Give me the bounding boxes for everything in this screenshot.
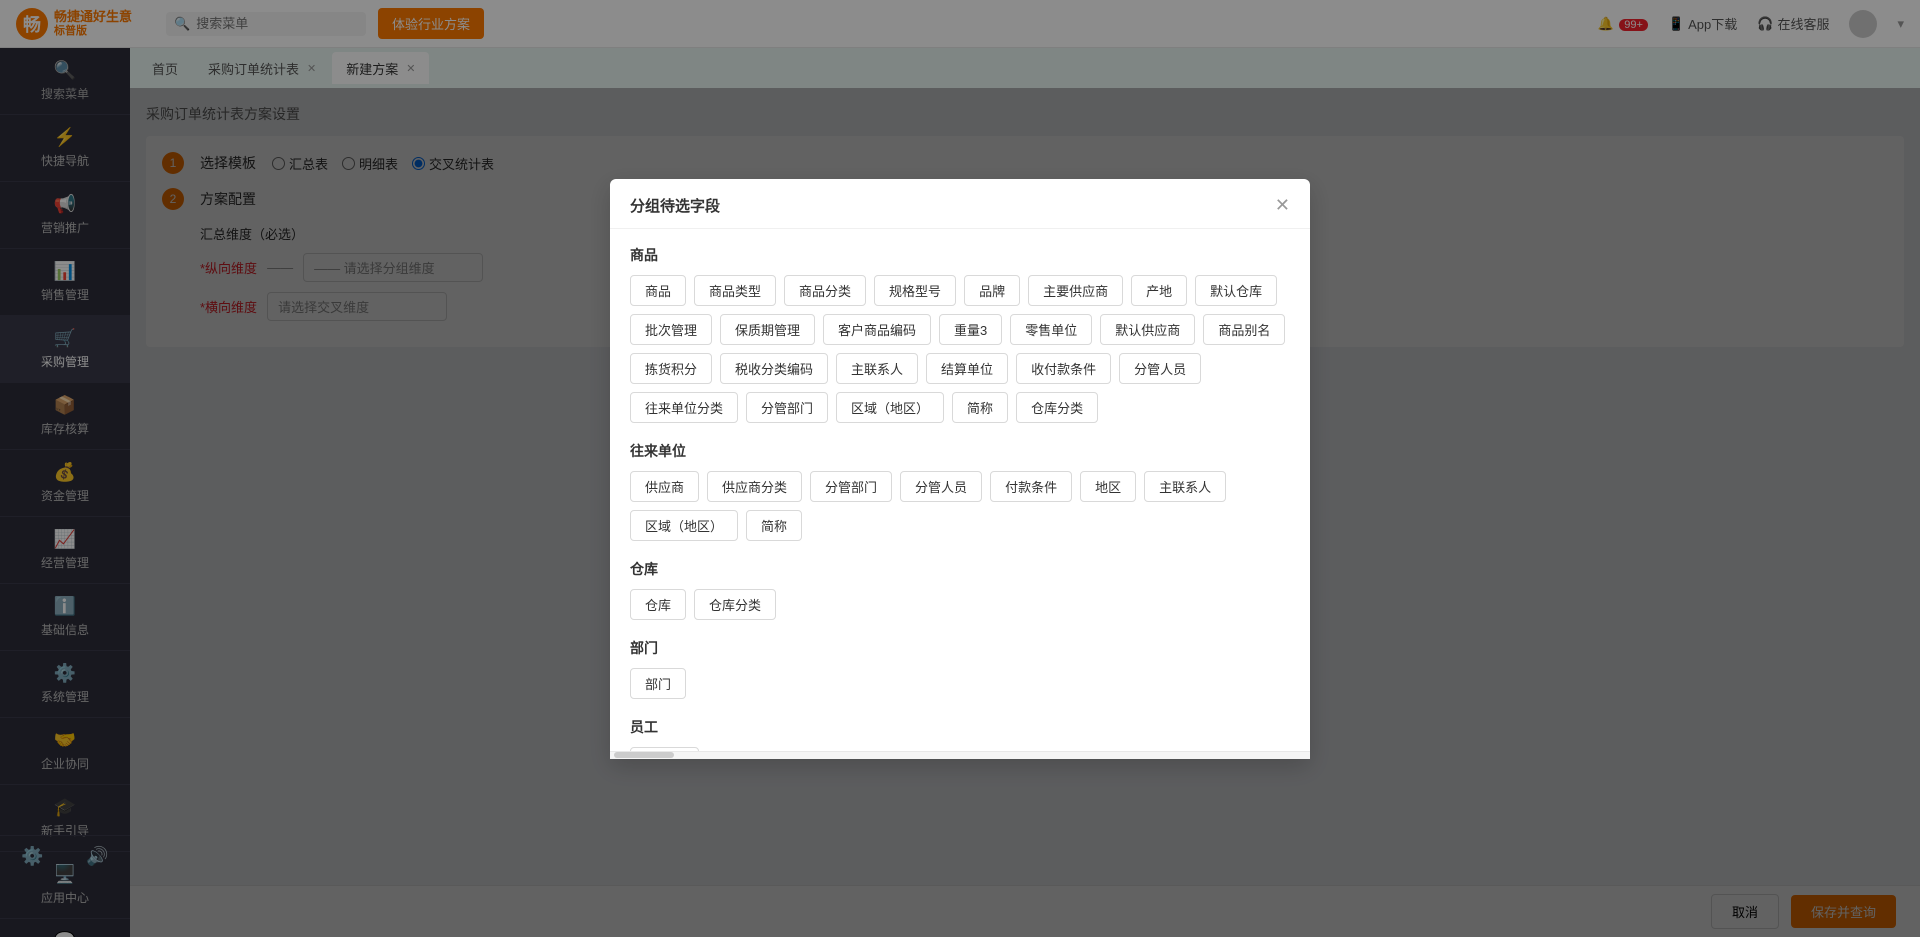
modal-horizontal-scrollbar[interactable] xyxy=(610,751,1310,759)
field-tag-0-25[interactable]: 仓库分类 xyxy=(1016,392,1098,423)
field-tag-0-23[interactable]: 区域（地区） xyxy=(836,392,944,423)
field-group-2: 仓库仓库仓库分类 xyxy=(630,559,1290,620)
field-group-title-4: 员工 xyxy=(630,717,1290,737)
field-tag-0-2[interactable]: 商品分类 xyxy=(784,275,866,306)
field-tag-1-5[interactable]: 地区 xyxy=(1080,471,1136,502)
field-tag-0-12[interactable]: 零售单位 xyxy=(1010,314,1092,345)
field-tags-3: 部门 xyxy=(630,668,1290,699)
field-tag-0-0[interactable]: 商品 xyxy=(630,275,686,306)
field-tag-0-19[interactable]: 收付款条件 xyxy=(1016,353,1111,384)
field-tag-0-3[interactable]: 规格型号 xyxy=(874,275,956,306)
field-tag-0-6[interactable]: 产地 xyxy=(1131,275,1187,306)
field-tag-0-8[interactable]: 批次管理 xyxy=(630,314,712,345)
field-tag-2-0[interactable]: 仓库 xyxy=(630,589,686,620)
field-tag-0-1[interactable]: 商品类型 xyxy=(694,275,776,306)
field-group-title-0: 商品 xyxy=(630,245,1290,265)
field-group-title-3: 部门 xyxy=(630,638,1290,658)
field-tag-1-7[interactable]: 区域（地区） xyxy=(630,510,738,541)
field-tag-0-21[interactable]: 往来单位分类 xyxy=(630,392,738,423)
modal-overlay: 分组待选字段 ✕ 商品商品商品类型商品分类规格型号品牌主要供应商产地默认仓库批次… xyxy=(0,0,1920,937)
field-tag-0-9[interactable]: 保质期管理 xyxy=(720,314,815,345)
field-group-3: 部门部门 xyxy=(630,638,1290,699)
field-tag-0-10[interactable]: 客户商品编码 xyxy=(823,314,931,345)
field-tags-2: 仓库仓库分类 xyxy=(630,589,1290,620)
modal-title: 分组待选字段 xyxy=(630,195,720,216)
field-group-0: 商品商品商品类型商品分类规格型号品牌主要供应商产地默认仓库批次管理保质期管理客户… xyxy=(630,245,1290,423)
field-tag-0-7[interactable]: 默认仓库 xyxy=(1195,275,1277,306)
field-tag-1-1[interactable]: 供应商分类 xyxy=(707,471,802,502)
field-tag-0-17[interactable]: 主联系人 xyxy=(836,353,918,384)
field-tag-1-3[interactable]: 分管人员 xyxy=(900,471,982,502)
field-tag-0-13[interactable]: 默认供应商 xyxy=(1100,314,1195,345)
field-tag-1-8[interactable]: 简称 xyxy=(746,510,802,541)
field-tag-1-6[interactable]: 主联系人 xyxy=(1144,471,1226,502)
modal-header: 分组待选字段 ✕ xyxy=(610,179,1310,229)
field-tag-1-2[interactable]: 分管部门 xyxy=(810,471,892,502)
hscroll-thumb xyxy=(614,752,674,758)
field-group-4: 员工业务员 xyxy=(630,717,1290,751)
field-group-title-2: 仓库 xyxy=(630,559,1290,579)
field-tag-0-16[interactable]: 税收分类编码 xyxy=(720,353,828,384)
field-tag-0-4[interactable]: 品牌 xyxy=(964,275,1020,306)
field-tag-1-0[interactable]: 供应商 xyxy=(630,471,699,502)
field-tags-1: 供应商供应商分类分管部门分管人员付款条件地区主联系人区域（地区） 简称 xyxy=(630,471,1290,541)
field-group-1: 往来单位供应商供应商分类分管部门分管人员付款条件地区主联系人区域（地区） 简称 xyxy=(630,441,1290,541)
field-tag-2-1[interactable]: 仓库分类 xyxy=(694,589,776,620)
field-tag-0-24[interactable]: 简称 xyxy=(952,392,1008,423)
modal-close-button[interactable]: ✕ xyxy=(1275,195,1290,216)
field-tag-0-5[interactable]: 主要供应商 xyxy=(1028,275,1123,306)
field-group-title-1: 往来单位 xyxy=(630,441,1290,461)
field-tag-0-20[interactable]: 分管人员 xyxy=(1119,353,1201,384)
field-tag-0-14[interactable]: 商品别名 xyxy=(1203,314,1285,345)
field-tag-0-18[interactable]: 结算单位 xyxy=(926,353,1008,384)
modal-box: 分组待选字段 ✕ 商品商品商品类型商品分类规格型号品牌主要供应商产地默认仓库批次… xyxy=(610,179,1310,759)
field-tag-0-15[interactable]: 拣货积分 xyxy=(630,353,712,384)
field-tag-3-0[interactable]: 部门 xyxy=(630,668,686,699)
field-tags-0: 商品商品类型商品分类规格型号品牌主要供应商产地默认仓库批次管理保质期管理客户商品… xyxy=(630,275,1290,423)
field-tag-0-22[interactable]: 分管部门 xyxy=(746,392,828,423)
modal-body: 商品商品商品类型商品分类规格型号品牌主要供应商产地默认仓库批次管理保质期管理客户… xyxy=(610,229,1310,751)
field-tag-1-4[interactable]: 付款条件 xyxy=(990,471,1072,502)
field-tag-0-11[interactable]: 重量3 xyxy=(939,314,1002,345)
